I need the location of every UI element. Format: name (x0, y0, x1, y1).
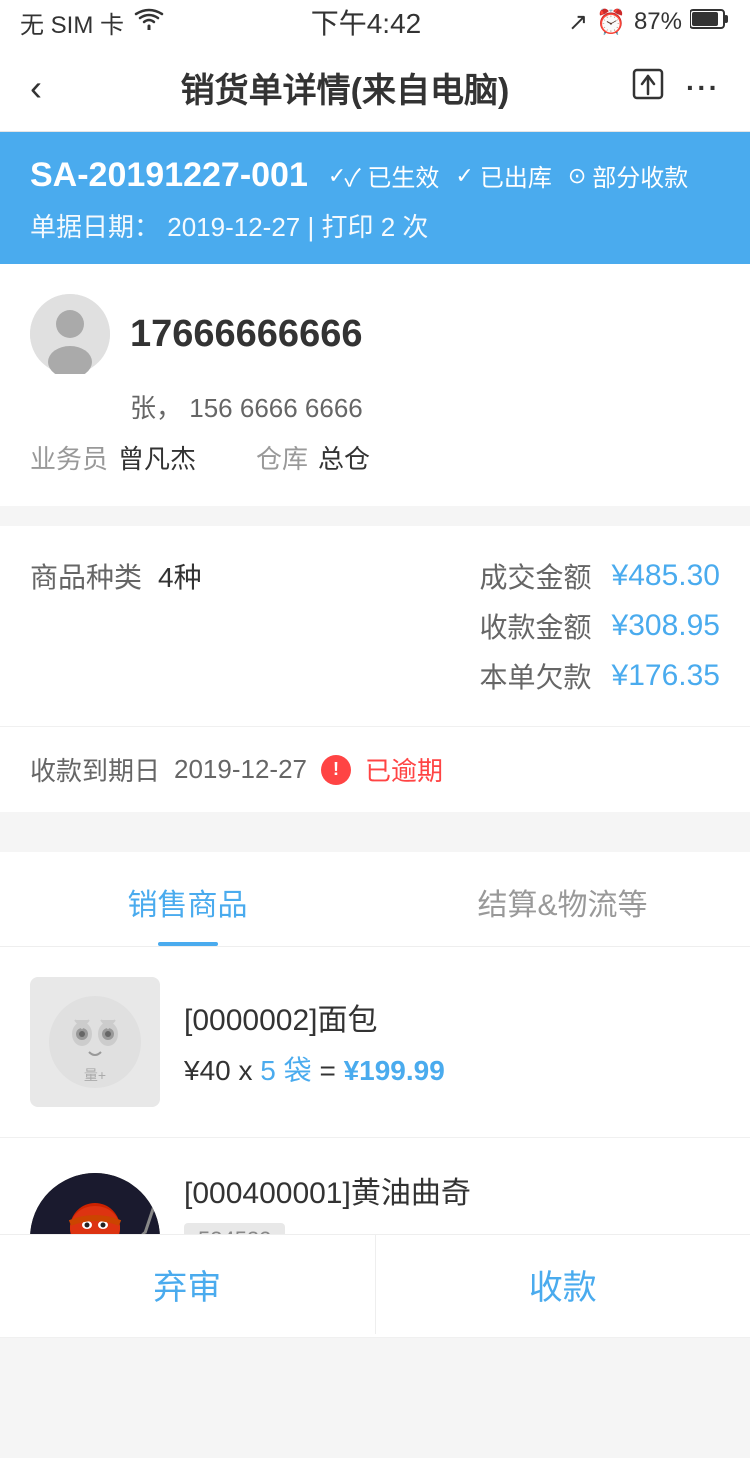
salesman-value: 曾凡杰 (118, 439, 196, 476)
stats-section: 商品种类 4种 成交金额 ¥485.30 收款金额 ¥308.95 本单欠款 ¥… (0, 526, 750, 726)
customer-name-label: 张 (130, 393, 156, 423)
owed-label: 本单欠款 (480, 656, 592, 696)
price-base-bread: ¥40 (184, 1055, 231, 1086)
product-name-bread: [0000002]面包 (184, 995, 720, 1039)
svg-text:量+: 量+ (84, 1067, 106, 1083)
badge-effective: ✓ ✓ 已生效 (328, 158, 440, 193)
received-label: 收款金额 (480, 606, 592, 646)
owed-value: ¥176.35 (612, 659, 720, 693)
product-thumb-bread: 量+ (30, 977, 160, 1107)
price-total-bread: ¥199.99 (344, 1055, 445, 1086)
cancel-review-button[interactable]: 弃审 (0, 1235, 376, 1334)
sim-label: 无 SIM 卡 (20, 5, 124, 40)
warehouse-item: 仓库 总仓 (256, 439, 370, 476)
battery-icon (690, 8, 730, 37)
received-value: ¥308.95 (612, 609, 720, 643)
location-icon: ↗ (568, 8, 588, 37)
more-icon[interactable]: ··· (686, 72, 720, 104)
deal-amount-line: 成交金额 ¥485.30 (480, 556, 720, 596)
salesman-label: 业务员 (30, 439, 108, 476)
customer-section: 17666666666 张， 156 6666 6666 业务员 曾凡杰 仓库 … (0, 264, 750, 506)
customer-avatar (30, 294, 110, 374)
status-time: 下午4:42 (311, 2, 422, 42)
product-types-label: 商品种类 (30, 556, 142, 596)
print-count: 2 (381, 212, 395, 242)
share-icon[interactable] (630, 66, 666, 110)
bottom-bar: 弃审 收款 (0, 1234, 750, 1334)
order-date-value: 2019-12-27 (167, 212, 300, 242)
nav-actions: ··· (600, 66, 720, 110)
overdue-text: 已逾期 (365, 751, 443, 788)
tab-sales-products[interactable]: 销售商品 (0, 852, 375, 946)
due-date-value: 2019-12-27 (174, 754, 307, 785)
bottom-spacer (0, 1338, 750, 1458)
deal-amount-label: 成交金额 (480, 556, 592, 596)
product-item-bread: 量+ [0000002]面包 ¥40 x 5 袋 = ¥199.99 (0, 947, 750, 1138)
battery-level: 87% (634, 8, 682, 36)
status-left: 无 SIM 卡 (20, 5, 164, 40)
order-banner: SA-20191227-001 ✓ ✓ 已生效 ✓ 已出库 ⊙ 部分收款 单据日… (0, 132, 750, 264)
due-date-label: 收款到期日 (30, 751, 160, 788)
order-id: SA-20191227-001 (30, 156, 308, 195)
order-date: 单据日期： 2019-12-27 | 打印 2 次 (30, 207, 720, 244)
price-unit-bread: 袋 (284, 1055, 312, 1086)
owed-line: 本单欠款 ¥176.35 (480, 656, 720, 696)
product-types-value: 4种 (158, 556, 202, 596)
customer-name-phone: 张， 156 6666 6666 (30, 388, 720, 425)
status-right: ↗ ⏰ 87% (568, 8, 730, 37)
warehouse-value: 总仓 (318, 439, 370, 476)
divider-1 (0, 506, 750, 526)
nav-bar: ‹ 销货单详情(来自电脑) ··· (0, 44, 750, 132)
alarm-icon: ⏰ (596, 8, 626, 37)
divider-2 (0, 812, 750, 832)
back-button[interactable]: ‹ (30, 67, 90, 109)
customer-phone: 17666666666 (130, 313, 362, 356)
due-section: 收款到期日 2019-12-27 ! 已逾期 (0, 726, 750, 812)
overdue-icon: ! (321, 755, 351, 785)
wifi-icon (134, 8, 164, 37)
salesman-item: 业务员 曾凡杰 (30, 439, 196, 476)
customer-alt-phone: 156 6666 6666 (189, 393, 363, 423)
tab-settlement[interactable]: 结算&物流等 (375, 852, 750, 946)
page-title: 销货单详情(来自电脑) (90, 63, 600, 112)
product-price-bread: ¥40 x 5 袋 = ¥199.99 (184, 1049, 720, 1089)
payment-button[interactable]: 收款 (376, 1235, 750, 1334)
product-info-bread: [0000002]面包 ¥40 x 5 袋 = ¥199.99 (184, 995, 720, 1089)
deal-amount-value: ¥485.30 (612, 559, 720, 593)
price-qty-bread: 5 (260, 1055, 276, 1086)
product-name-cookie: [000400001]黄油曲奇 (184, 1168, 720, 1212)
warehouse-label: 仓库 (256, 439, 308, 476)
badge-shipped: ✓ 已出库 (455, 158, 551, 193)
received-line: 收款金额 ¥308.95 (480, 606, 720, 646)
status-bar: 无 SIM 卡 下午4:42 ↗ ⏰ 87% (0, 0, 750, 44)
badge-partial: ⊙ 部分收款 (568, 158, 688, 193)
